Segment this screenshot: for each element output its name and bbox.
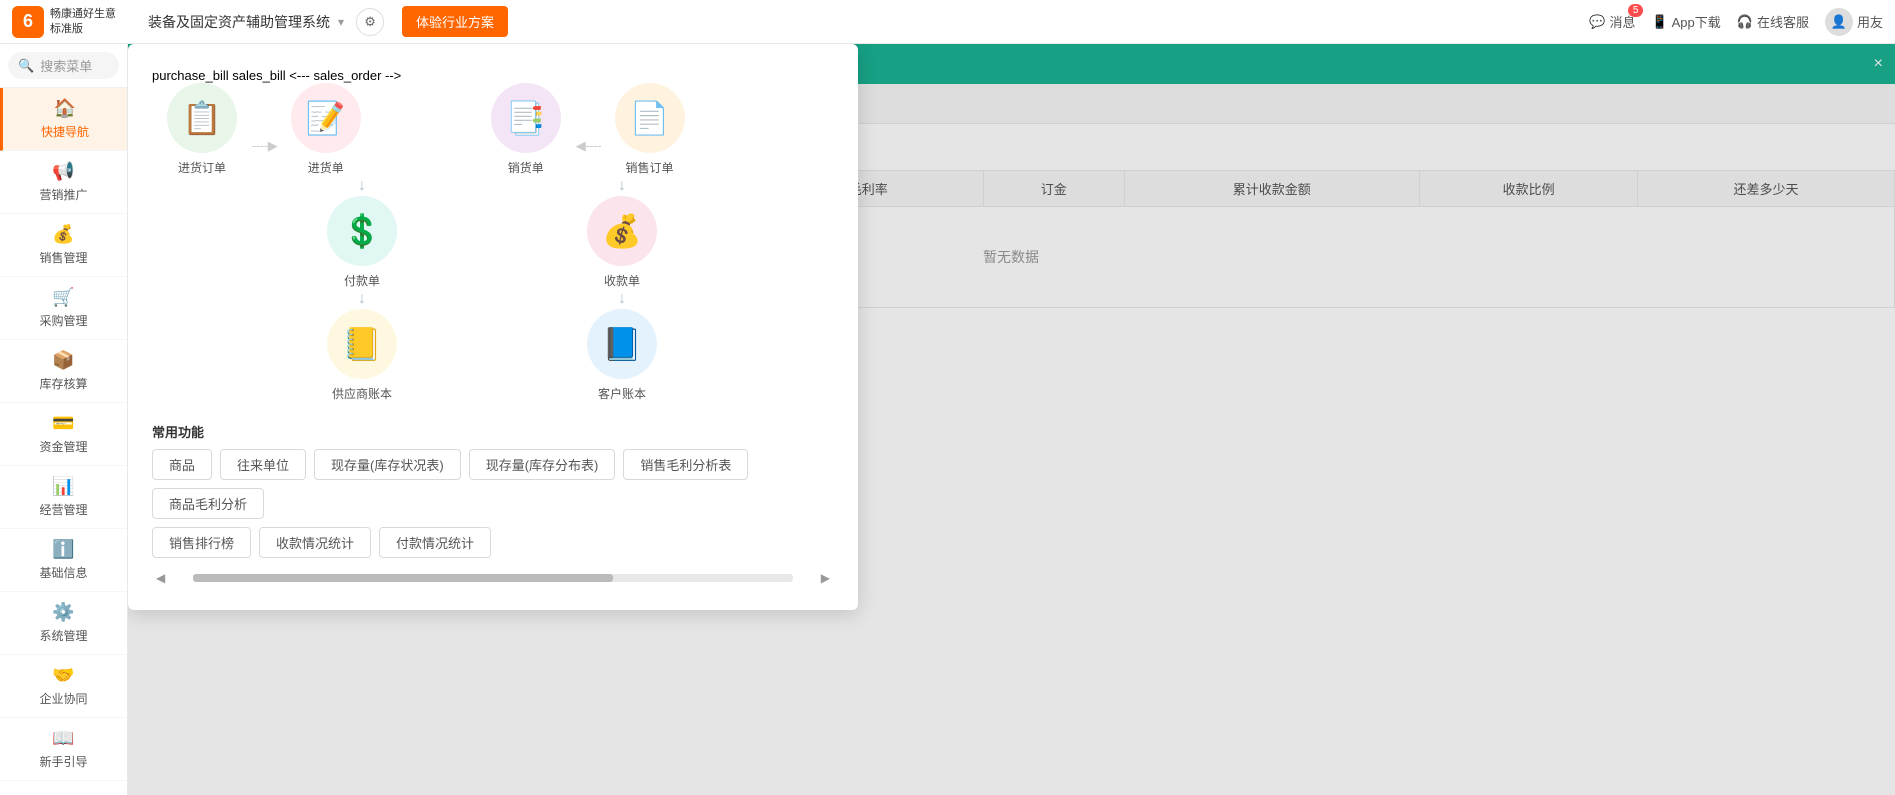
common-title: 常用功能 — [152, 422, 834, 441]
sidebar-item-purchase[interactable]: 🛒 采购管理 — [0, 277, 127, 340]
flow-node-purchase-order[interactable]: 📋 进货订单 — [152, 83, 252, 176]
dialog-scroll: ◀ ▶ — [152, 570, 834, 586]
flow-dialog: purchase_bill sales_bill <--- sales_orde… — [128, 44, 858, 610]
flow-node-receipt[interactable]: 💰 收款单 — [572, 196, 672, 289]
top-right: 💬 消息 5 📱 App下载 🎧 在线客服 👤 用友 — [1589, 8, 1883, 36]
marketing-icon: 📢 — [52, 161, 74, 182]
sidebar: 🔍 搜索菜单 🏠 快捷导航 📢 营销推广 💰 销售管理 🛒 采购管理 — [0, 44, 128, 795]
common-btn-payment-stats[interactable]: 付款情况统计 — [379, 527, 491, 558]
purchase-bill-label: 进货单 — [308, 159, 344, 176]
arrow-down-customer: ↓ — [618, 291, 626, 307]
logo-text: 畅康通好生意 标准版 — [50, 7, 116, 36]
system-name: 装备及固定资产辅助管理系统 — [148, 12, 330, 32]
scrollbar-thumb[interactable] — [193, 574, 613, 582]
common-btn-inventory-status[interactable]: 现存量(库存状况表) — [314, 449, 461, 480]
online-service-button[interactable]: 🎧 在线客服 — [1737, 12, 1809, 31]
sidebar-item-sales[interactable]: 💰 销售管理 — [0, 214, 127, 277]
common-btn-receipt-stats[interactable]: 收款情况统计 — [259, 527, 371, 558]
service-icon: 🎧 — [1737, 14, 1753, 30]
arrow-down-supplier: ↓ — [358, 291, 366, 307]
sidebar-item-quicknav[interactable]: 🏠 快捷导航 — [0, 88, 127, 151]
sidebar-item-management[interactable]: 📊 经营管理 — [0, 466, 127, 529]
sales-bill-circle: 📑 — [491, 83, 561, 153]
common-btn-goods[interactable]: 商品 — [152, 449, 212, 480]
supplier-ledger-circle: 📒 — [327, 309, 397, 379]
search-icon: 🔍 — [18, 58, 34, 74]
arrow-down-payment: ↓ — [358, 178, 366, 194]
flow-node-purchase-bill[interactable]: 📝 进货单 — [276, 83, 376, 176]
guide-icon: 📖 — [52, 728, 74, 749]
flow-node-customer-ledger[interactable]: 📘 客户账本 — [572, 309, 672, 402]
inventory-icon: 📦 — [52, 350, 74, 371]
common-btn-goods-profit[interactable]: 商品毛利分析 — [152, 488, 264, 519]
search-menu-input[interactable]: 🔍 搜索菜单 — [8, 52, 119, 79]
payment-label: 付款单 — [344, 272, 380, 289]
sidebar-item-guide[interactable]: 📖 新手引导 — [0, 718, 127, 781]
sidebar-item-inventory[interactable]: 📦 库存核算 — [0, 340, 127, 403]
finance-icon: 💳 — [52, 413, 74, 434]
gear-button[interactable]: ⚙ — [356, 8, 384, 36]
system-title: 装备及固定资产辅助管理系统 ▾ ⚙ 体验行业方案 — [148, 6, 508, 37]
user-area[interactable]: 👤 用友 — [1825, 8, 1883, 36]
enterprise-icon: 🤝 — [52, 665, 74, 686]
sidebar-item-marketing[interactable]: 📢 营销推广 — [0, 151, 127, 214]
arrow-down-receipt: ↓ — [618, 178, 626, 194]
common-btn-contacts[interactable]: 往来单位 — [220, 449, 306, 480]
trial-button[interactable]: 体验行业方案 — [402, 6, 508, 37]
main-area: 🔍 搜索菜单 🏠 快捷导航 📢 营销推广 💰 销售管理 🛒 采购管理 — [0, 44, 1895, 795]
receipt-label: 收款单 — [604, 272, 640, 289]
sidebar-item-basic-info[interactable]: ℹ️ 基础信息 — [0, 529, 127, 592]
flow-node-sales-order[interactable]: 📄 销售订单 — [600, 83, 700, 176]
purchase-order-label: 进货订单 — [178, 159, 226, 176]
download-icon: 📱 — [1651, 14, 1667, 30]
sales-order-label: 销售订单 — [626, 159, 674, 176]
content-area: 首页 销售订单执行表 × × ❓ 帮助 🖨 按模板打印 ▾ — [128, 44, 1895, 795]
info-icon: ℹ️ — [52, 539, 74, 560]
common-btn-sales-profit[interactable]: 销售毛利分析表 — [623, 449, 748, 480]
common-btn-inventory-dist[interactable]: 现存量(库存分布表) — [469, 449, 616, 480]
system-icon: ⚙️ — [52, 602, 74, 623]
flow-section: purchase_bill sales_bill <--- sales_orde… — [152, 68, 834, 402]
app-wrapper: 6 畅康通好生意 标准版 装备及固定资产辅助管理系统 ▾ ⚙ 体验行业方案 💬 … — [0, 0, 1895, 795]
top-bar: 6 畅康通好生意 标准版 装备及固定资产辅助管理系统 ▾ ⚙ 体验行业方案 💬 … — [0, 0, 1895, 44]
common-buttons-row1: 商品 往来单位 现存量(库存状况表) 现存量(库存分布表) 销售毛利分析表 商品… — [152, 449, 834, 519]
logo-icon: 6 — [12, 6, 44, 38]
flow-node-sales-bill[interactable]: 📑 销货单 — [476, 83, 576, 176]
sidebar-item-finance[interactable]: 💳 资金管理 — [0, 403, 127, 466]
receipt-circle: 💰 — [587, 196, 657, 266]
sales-bill-label: 销货单 — [508, 159, 544, 176]
customer-ledger-label: 客户账本 — [598, 385, 646, 402]
common-section: 常用功能 商品 往来单位 现存量(库存状况表) 现存量(库存分布表) 销售毛利分… — [152, 422, 834, 558]
common-btn-sales-rank[interactable]: 销售排行榜 — [152, 527, 251, 558]
home-icon: 🏠 — [54, 98, 76, 119]
scroll-right-button[interactable]: ▶ — [817, 571, 834, 585]
purchase-order-circle: 📋 — [167, 83, 237, 153]
management-icon: 📊 — [52, 476, 74, 497]
message-badge: 5 — [1628, 4, 1644, 17]
scrollbar-track — [193, 574, 793, 582]
dropdown-icon[interactable]: ▾ — [338, 15, 344, 29]
flow-node-payment[interactable]: 💲 付款单 — [312, 196, 412, 289]
purchase-bill-circle: 📝 — [291, 83, 361, 153]
dialog-overlay: purchase_bill sales_bill <--- sales_orde… — [128, 44, 1895, 795]
sales-icon: 💰 — [52, 224, 74, 245]
sidebar-item-enterprise[interactable]: 🤝 企业协同 — [0, 655, 127, 718]
scroll-left-button[interactable]: ◀ — [152, 571, 169, 585]
sales-order-circle: 📄 — [615, 83, 685, 153]
flow-node-supplier-ledger[interactable]: 📒 供应商账本 — [312, 309, 412, 402]
sidebar-search[interactable]: 🔍 搜索菜单 — [0, 44, 127, 88]
supplier-ledger-label: 供应商账本 — [332, 385, 392, 402]
sidebar-item-system[interactable]: ⚙️ 系统管理 — [0, 592, 127, 655]
payment-circle: 💲 — [327, 196, 397, 266]
common-buttons-row2: 销售排行榜 收款情况统计 付款情况统计 — [152, 527, 834, 558]
avatar: 👤 — [1825, 8, 1853, 36]
message-button[interactable]: 💬 消息 5 — [1589, 12, 1635, 31]
purchase-icon: 🛒 — [52, 287, 74, 308]
message-icon: 💬 — [1589, 14, 1605, 30]
logo-area: 6 畅康通好生意 标准版 — [12, 6, 140, 38]
app-download-button[interactable]: 📱 App下载 — [1651, 12, 1720, 31]
customer-ledger-circle: 📘 — [587, 309, 657, 379]
